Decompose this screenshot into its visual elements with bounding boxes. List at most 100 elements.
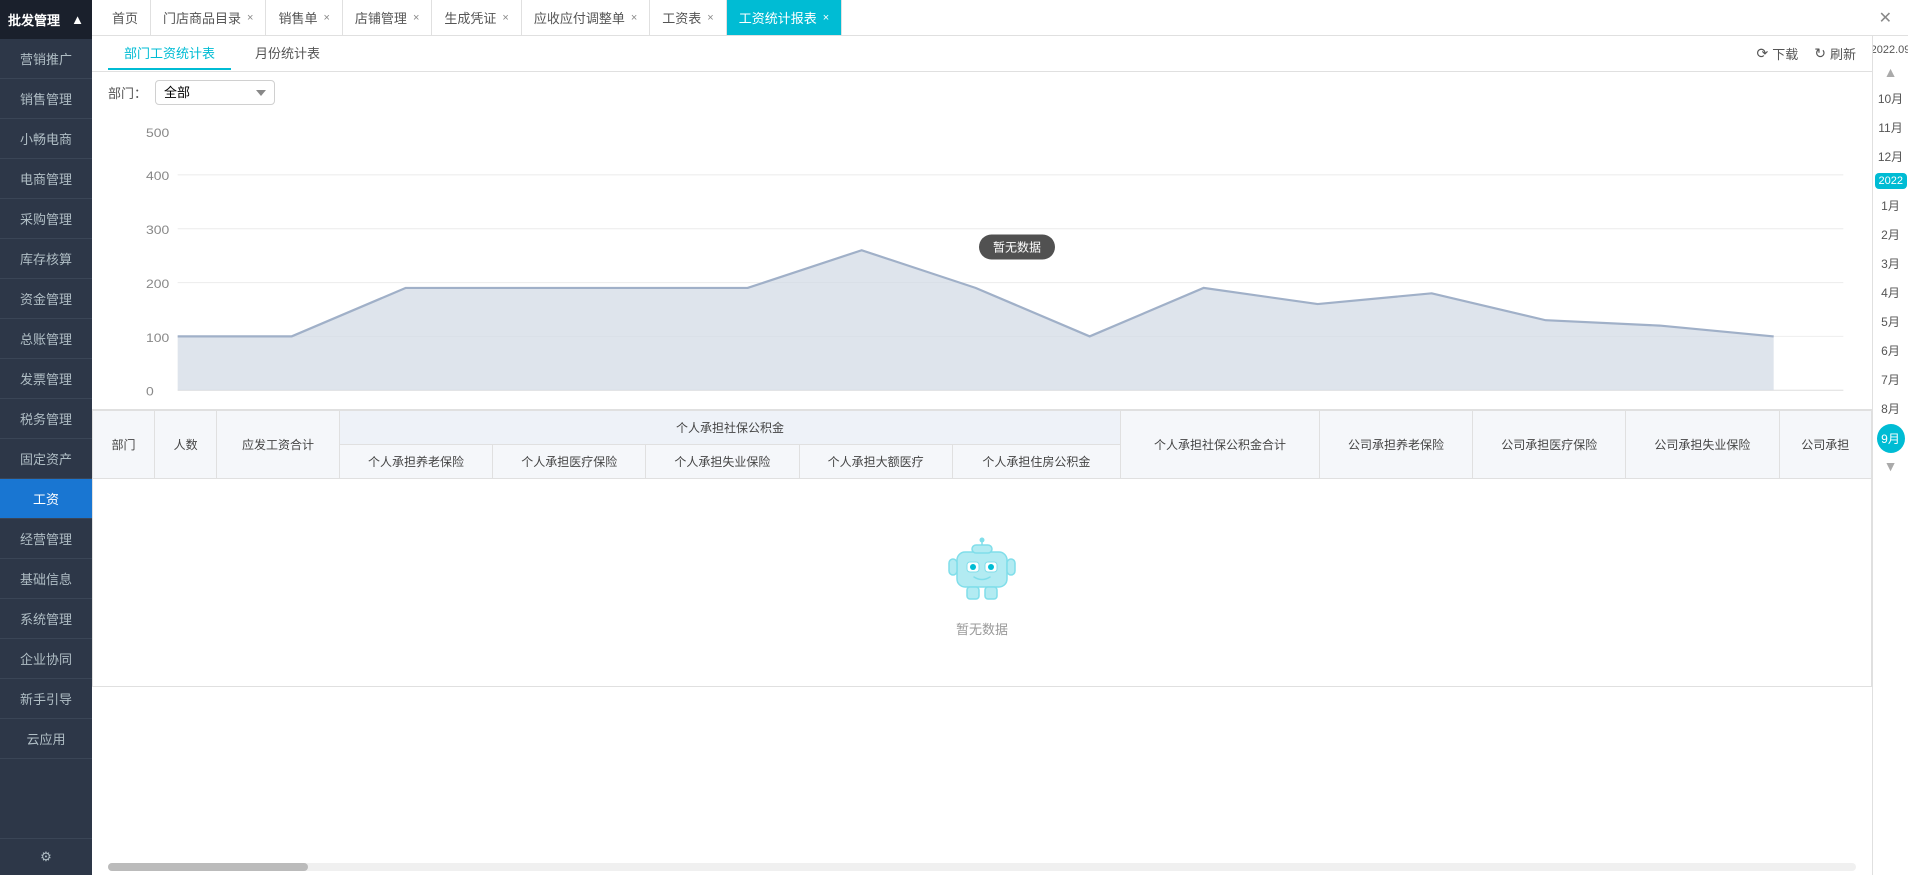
sidebar-item-cgg[interactable]: 采购管理 — [0, 199, 92, 239]
table-scrollbar[interactable] — [108, 863, 1856, 871]
chart-area: 0 100 200 300 400 500 — [92, 113, 1872, 409]
sidebar-header[interactable]: 批发管理 ▲ — [0, 0, 92, 39]
sidebar-item-qytx[interactable]: 企业协同 — [0, 639, 92, 679]
tab-close-store-catalog[interactable]: × — [247, 12, 253, 24]
empty-state: 暂无数据 — [105, 487, 1859, 678]
month-may[interactable]: 5月 — [1873, 307, 1908, 336]
col-company-unemployment: 公司承担失业保险 — [1626, 411, 1779, 479]
dept-filter-select[interactable]: 全部 — [155, 80, 275, 105]
sidebar-item-kchs[interactable]: 库存核算 — [0, 239, 92, 279]
sidebar-item-xsgl[interactable]: 销售管理 — [0, 79, 92, 119]
right-date-panel: 2022.09 ▲ 10月 11月 12月 2022 1月 2月 3月 4月 5… — [1872, 36, 1908, 875]
refresh-button[interactable]: ↻ 刷新 — [1814, 44, 1856, 63]
svg-text:100: 100 — [146, 331, 169, 345]
col-headcount: 人数 — [155, 411, 217, 479]
tab-bar: 首页 门店商品目录 × 销售单 × 店铺管理 × 生成凭证 × 应收应付调整单 … — [92, 0, 1908, 36]
tab-close-sales-order[interactable]: × — [323, 12, 329, 24]
tab-home[interactable]: 首页 — [100, 0, 151, 36]
tab-payroll-report[interactable]: 工资统计报表 × — [727, 0, 842, 36]
col-company-other: 公司承担 — [1779, 411, 1872, 479]
tab-close-ar-ap[interactable]: × — [631, 12, 637, 24]
sidebar-item-zjgl[interactable]: 资金管理 — [0, 279, 92, 319]
sidebar-item-xcdsc[interactable]: 小畅电商 — [0, 119, 92, 159]
svg-text:200: 200 — [146, 277, 169, 291]
tab-close-payroll[interactable]: × — [707, 12, 713, 24]
content-wrapper: 部门工资统计表 月份统计表 ⟳ 下载 ↻ 刷新 — [92, 36, 1908, 875]
sidebar-item-dsgl[interactable]: 电商管理 — [0, 159, 92, 199]
filter-row: 部门： 全部 — [92, 72, 1872, 113]
panel-down-chevron[interactable]: ▼ — [1880, 454, 1902, 478]
empty-row: 暂无数据 — [93, 479, 1872, 687]
empty-text: 暂无数据 — [956, 619, 1008, 638]
sidebar-item-jcxx[interactable]: 基础信息 — [0, 559, 92, 599]
data-table: 部门 人数 应发工资合计 个人承担社保公积金 个人承担社保公积金合计 公司承担养… — [92, 410, 1872, 687]
main-area: 首页 门店商品目录 × 销售单 × 店铺管理 × 生成凭证 × 应收应付调整单 … — [92, 0, 1908, 875]
month-dec[interactable]: 12月 — [1873, 142, 1908, 171]
chart-container: 0 100 200 300 400 500 — [108, 121, 1856, 401]
tab-bar-close-button[interactable]: ✕ — [1871, 8, 1900, 28]
col-company-pension: 公司承担养老保险 — [1319, 411, 1472, 479]
col-personal-total: 个人承担社保公积金合计 — [1121, 411, 1320, 479]
tab-close-payroll-report[interactable]: × — [823, 12, 829, 24]
sidebar-item-jygl[interactable]: 经营管理 — [0, 519, 92, 559]
empty-icon — [942, 527, 1022, 607]
sidebar-collapse-icon[interactable]: ▲ — [71, 12, 84, 27]
sidebar-item-xtgl[interactable]: 系统管理 — [0, 599, 92, 639]
month-jan[interactable]: 1月 — [1873, 191, 1908, 220]
month-aug[interactable]: 8月 — [1873, 394, 1908, 423]
sidebar-settings[interactable]: ⚙ — [0, 838, 92, 875]
col-personal-large-medical: 个人承担大额医疗 — [799, 445, 952, 479]
tab-store-catalog[interactable]: 门店商品目录 × — [151, 0, 266, 36]
sidebar-item-yxtg[interactable]: 营销推广 — [0, 39, 92, 79]
table-scrollbar-thumb[interactable] — [108, 863, 308, 871]
sidebar-item-xsyd[interactable]: 新手引导 — [0, 679, 92, 719]
download-button[interactable]: ⟳ 下载 — [1757, 44, 1799, 63]
month-nov[interactable]: 11月 — [1873, 113, 1908, 142]
month-apr[interactable]: 4月 — [1873, 278, 1908, 307]
col-total-salary: 应发工资合计 — [217, 411, 340, 479]
month-jun[interactable]: 6月 — [1873, 336, 1908, 365]
col-personal-unemployment: 个人承担失业保险 — [646, 445, 799, 479]
download-icon: ⟳ — [1757, 45, 1769, 62]
sidebar: 批发管理 ▲ 营销推广 销售管理 小畅电商 电商管理 采购管理 库存核算 资金管… — [0, 0, 92, 875]
main-content: 部门工资统计表 月份统计表 ⟳ 下载 ↻ 刷新 — [92, 36, 1872, 875]
month-jul[interactable]: 7月 — [1873, 365, 1908, 394]
col-company-medical: 公司承担医疗保险 — [1473, 411, 1626, 479]
svg-text:500: 500 — [146, 126, 169, 140]
year-current-label: 2022 — [1875, 173, 1907, 189]
month-feb[interactable]: 2月 — [1873, 220, 1908, 249]
sidebar-item-swgl[interactable]: 税务管理 — [0, 399, 92, 439]
tab-close-gen-voucher[interactable]: × — [502, 12, 508, 24]
sidebar-item-yyy[interactable]: 云应用 — [0, 719, 92, 759]
col-personal-pension: 个人承担养老保险 — [339, 445, 492, 479]
gear-icon: ⚙ — [40, 849, 52, 864]
tab-close-store-mgmt[interactable]: × — [413, 12, 419, 24]
tab-ar-ap[interactable]: 应收应付调整单 × — [522, 0, 650, 36]
sidebar-item-zzgl[interactable]: 总账管理 — [0, 319, 92, 359]
sidebar-item-gdzc[interactable]: 固定资产 — [0, 439, 92, 479]
chart-tooltip: 暂无数据 — [979, 235, 1055, 260]
month-mar[interactable]: 3月 — [1873, 249, 1908, 278]
refresh-icon: ↻ — [1814, 45, 1826, 62]
month-oct[interactable]: 10月 — [1873, 84, 1908, 113]
col-dept: 部门 — [93, 411, 155, 479]
month-sep-active[interactable]: 9月 — [1877, 424, 1905, 453]
tab-sales-order[interactable]: 销售单 × — [266, 0, 342, 36]
sidebar-item-fpgl[interactable]: 发票管理 — [0, 359, 92, 399]
tab-payroll[interactable]: 工资表 × — [650, 0, 726, 36]
sub-tab-month[interactable]: 月份统计表 — [239, 37, 336, 70]
area-chart: 0 100 200 300 400 500 — [108, 121, 1856, 401]
col-personal-medical: 个人承担医疗保险 — [493, 445, 646, 479]
sub-tab-dept[interactable]: 部门工资统计表 — [108, 37, 231, 70]
sidebar-item-gz[interactable]: 工资 — [0, 479, 92, 519]
sidebar-title: 批发管理 — [8, 10, 60, 29]
col-personal-housing: 个人承担住房公积金 — [952, 445, 1120, 479]
svg-text:400: 400 — [146, 169, 169, 183]
tab-store-mgmt[interactable]: 店铺管理 × — [343, 0, 432, 36]
dept-filter-label: 部门： — [108, 83, 147, 102]
svg-text:300: 300 — [146, 223, 169, 237]
tab-gen-voucher[interactable]: 生成凭证 × — [432, 0, 521, 36]
col-group-personal: 个人承担社保公积金 — [339, 411, 1120, 445]
panel-up-chevron[interactable]: ▲ — [1880, 60, 1902, 84]
table-area[interactable]: 部门 人数 应发工资合计 个人承担社保公积金 个人承担社保公积金合计 公司承担养… — [92, 409, 1872, 859]
